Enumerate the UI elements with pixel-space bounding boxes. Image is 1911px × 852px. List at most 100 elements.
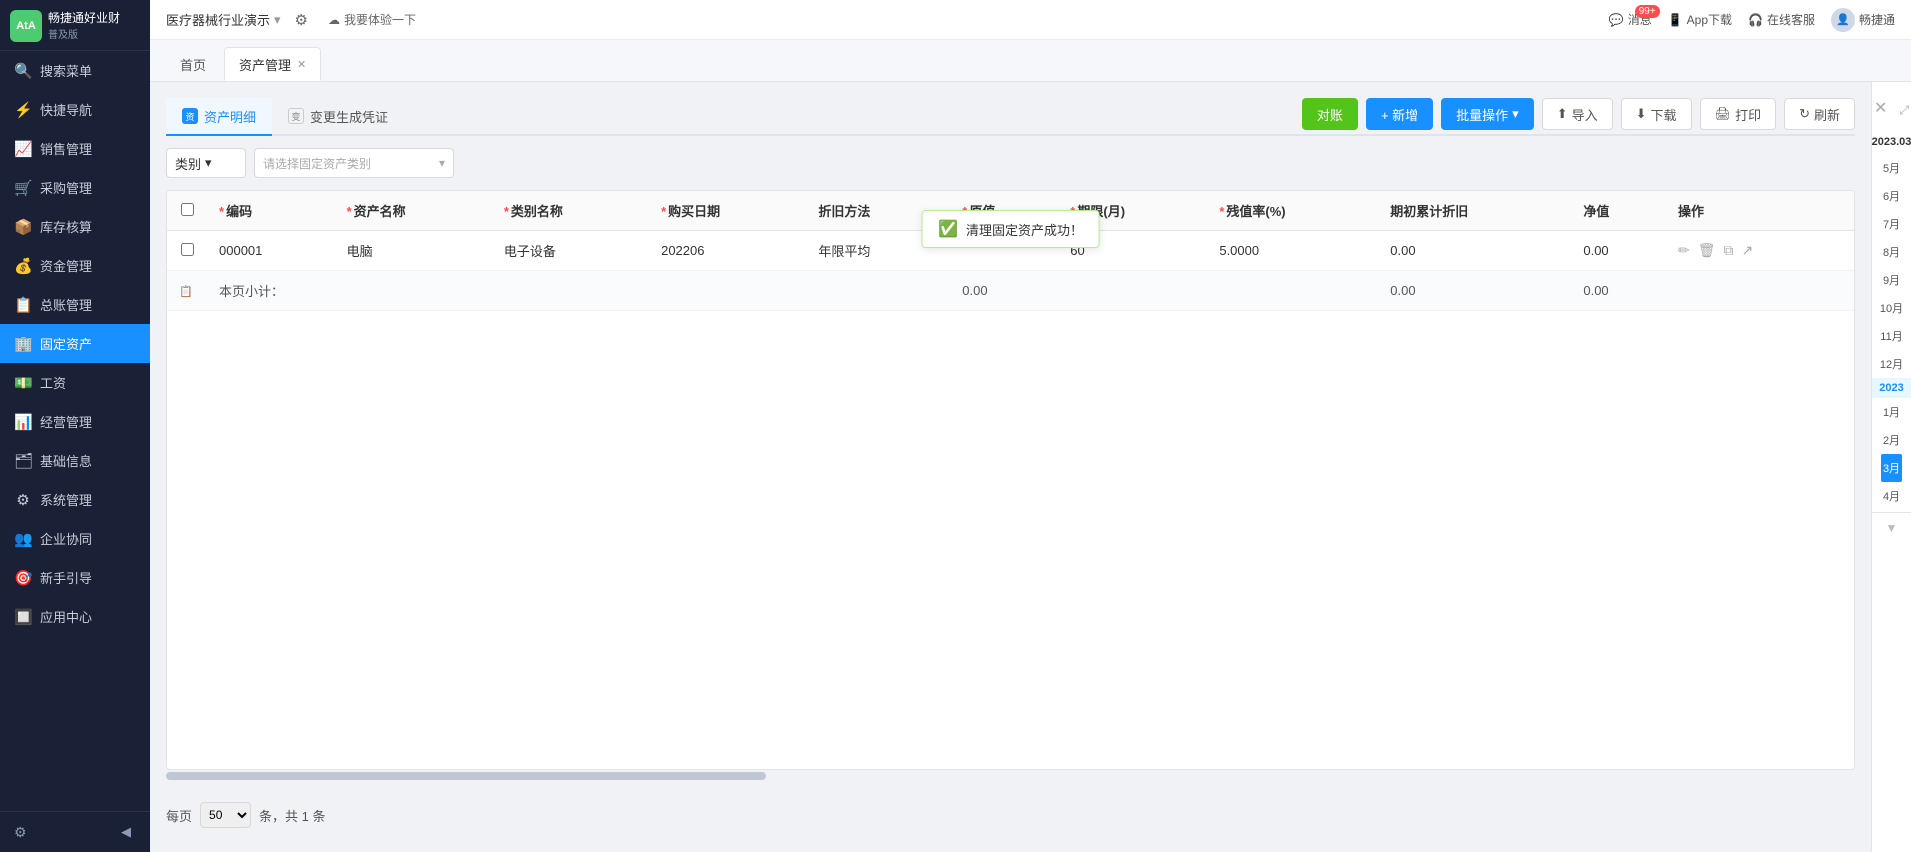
download-button[interactable]: ⬇ 下载 bbox=[1621, 98, 1692, 130]
tabbar: 首页 资产管理 ✕ bbox=[150, 40, 1911, 82]
select-all-header bbox=[167, 191, 207, 231]
topbar-settings-icon[interactable]: ⚙ bbox=[295, 11, 308, 29]
sidebar-label-1: 快捷导航 bbox=[40, 100, 92, 119]
sidebar-item-搜索菜单[interactable]: 🔍搜索菜单 bbox=[0, 51, 150, 90]
col-name: *资产名称 bbox=[335, 191, 492, 231]
sidebar-item-基础信息[interactable]: 🗂基础信息 bbox=[0, 441, 150, 480]
sidebar-item-新手引导[interactable]: 🎯新手引导 bbox=[0, 558, 150, 597]
import-icon: ⬆ bbox=[1557, 106, 1568, 122]
user-name: 畅捷通 bbox=[1859, 11, 1895, 28]
sidebar-item-企业协同[interactable]: 👥企业协同 bbox=[0, 519, 150, 558]
right-panel-down-arrow[interactable]: ▼ bbox=[1880, 515, 1904, 541]
message-button[interactable]: 💬 消息 99+ bbox=[1609, 11, 1652, 28]
chevron-down-icon: ▾ bbox=[274, 12, 281, 28]
batch-button[interactable]: 批量操作 ▾ bbox=[1441, 98, 1534, 130]
sidebar-item-系统管理[interactable]: ⚙系统管理 bbox=[0, 480, 150, 519]
rp-month-2月[interactable]: 2月 bbox=[1881, 426, 1902, 454]
company-selector[interactable]: 医疗器械行业演示 ▾ bbox=[166, 10, 281, 29]
sidebar-label-5: 资金管理 bbox=[40, 256, 92, 275]
row-checkbox-cell bbox=[167, 231, 207, 271]
row-category-0: 电子设备 bbox=[492, 231, 649, 271]
delete-icon-0[interactable]: 🗑 bbox=[1698, 242, 1716, 259]
right-panel-close-icon[interactable]: ✕ bbox=[1871, 94, 1891, 122]
category-chevron-icon: ▾ bbox=[205, 155, 212, 171]
col-code: *编码 bbox=[207, 191, 335, 231]
topbar-right: 💬 消息 99+ 📱 App下载 🎧 在线客服 👤 畅捷通 bbox=[1609, 8, 1895, 32]
category-type-select[interactable]: 类别 ▾ bbox=[166, 148, 246, 178]
online-service-button[interactable]: 🎧 在线客服 bbox=[1748, 11, 1815, 28]
rp-month-3月[interactable]: 3月 bbox=[1881, 454, 1902, 482]
new-label: + 新增 bbox=[1381, 105, 1418, 124]
change-voucher-icon: 变 bbox=[288, 108, 304, 124]
sidebar-item-库存核算[interactable]: 📦库存核算 bbox=[0, 207, 150, 246]
subtotal-original: 0.00 bbox=[950, 271, 1058, 311]
reconcile-button[interactable]: 对账 bbox=[1302, 98, 1358, 130]
rp-month-5月[interactable]: 5月 bbox=[1878, 154, 1905, 182]
rp-month-6月[interactable]: 6月 bbox=[1878, 182, 1905, 210]
sidebar-icon-8: 💵 bbox=[14, 374, 32, 392]
rp-month-7月[interactable]: 7月 bbox=[1878, 210, 1905, 238]
sidebar-item-工资[interactable]: 💵工资 bbox=[0, 363, 150, 402]
success-toast: ✅ 清理固定资产成功！ bbox=[921, 210, 1100, 248]
sidebar-icon-5: 💰 bbox=[14, 257, 32, 275]
close-tab-icon[interactable]: ✕ bbox=[297, 58, 306, 71]
collapse-button[interactable]: ◀ bbox=[116, 822, 136, 842]
col-net-value: 净值 bbox=[1571, 191, 1666, 231]
rp-month-1月[interactable]: 1月 bbox=[1881, 398, 1902, 426]
experience-button[interactable]: ☁ 我要体验一下 bbox=[328, 11, 416, 28]
app-download-button[interactable]: 📱 App下载 bbox=[1668, 11, 1732, 28]
rp-month-10月[interactable]: 10月 bbox=[1878, 294, 1905, 322]
sidebar-item-销售管理[interactable]: 📈销售管理 bbox=[0, 129, 150, 168]
refresh-button[interactable]: ↻ 刷新 bbox=[1784, 98, 1855, 130]
row-checkbox-0[interactable] bbox=[181, 243, 194, 256]
rp-month-9月[interactable]: 9月 bbox=[1878, 266, 1905, 294]
rp-month-12月[interactable]: 12月 bbox=[1878, 350, 1905, 378]
logo-text-group: 畅捷通好业财 普及版 bbox=[48, 11, 120, 42]
sidebar-label-10: 基础信息 bbox=[40, 451, 92, 470]
sidebar-item-资金管理[interactable]: 💰 资金管理 bbox=[0, 246, 150, 285]
tab-home[interactable]: 首页 bbox=[166, 47, 220, 81]
print-label: 打印 bbox=[1735, 105, 1761, 124]
per-page-select[interactable]: 50 100 200 bbox=[200, 802, 251, 828]
sub-tab-change-voucher[interactable]: 变 变更生成凭证 bbox=[272, 98, 404, 136]
user-profile[interactable]: 👤 畅捷通 bbox=[1831, 8, 1895, 32]
sidebar-item-固定资产[interactable]: 🏢固定资产 bbox=[0, 324, 150, 363]
category-value-select[interactable]: 请选择固定资产类别 ▾ bbox=[254, 148, 454, 178]
sidebar-item-经营管理[interactable]: 📊经营管理 bbox=[0, 402, 150, 441]
category-type-label: 类别 bbox=[175, 154, 201, 173]
sidebar-item-应用中心[interactable]: 🔲应用中心 bbox=[0, 597, 150, 636]
sidebar-icon-6: 📋 bbox=[14, 296, 32, 314]
tab-asset-management[interactable]: 资产管理 ✕ bbox=[224, 47, 321, 81]
sidebar-item-采购管理[interactable]: 🛒采购管理 bbox=[0, 168, 150, 207]
more-icon-0[interactable]: ↗ bbox=[1742, 242, 1754, 259]
company-name: 医疗器械行业演示 bbox=[166, 10, 270, 29]
logo-title: 畅捷通好业财 bbox=[48, 11, 120, 27]
rp-month-4月[interactable]: 4月 bbox=[1881, 482, 1902, 510]
row-net-0: 0.00 bbox=[1571, 231, 1666, 271]
right-panel-months-before: 5月6月7月8月9月10月11月12月 bbox=[1878, 154, 1905, 378]
import-button[interactable]: ⬆ 导入 bbox=[1542, 98, 1613, 130]
horizontal-scrollbar[interactable] bbox=[166, 770, 1855, 782]
select-all-checkbox[interactable] bbox=[181, 203, 194, 216]
rp-month-8月[interactable]: 8月 bbox=[1878, 238, 1905, 266]
sub-tab-asset-detail[interactable]: 资 资产明细 bbox=[166, 98, 272, 136]
subtotal-check: 📋 bbox=[167, 271, 207, 311]
sidebar-icon-0: 🔍 bbox=[14, 62, 32, 80]
col-category: *类别名称 bbox=[492, 191, 649, 231]
new-button[interactable]: + 新增 bbox=[1366, 98, 1433, 130]
sidebar-icon-2: 📈 bbox=[14, 140, 32, 158]
right-panel-expand-icon[interactable]: ⤢ bbox=[1895, 99, 1911, 122]
settings-icon[interactable]: ⚙ bbox=[14, 824, 27, 841]
sidebar-item-总账管理[interactable]: 📋总账管理 bbox=[0, 285, 150, 324]
experience-label: 我要体验一下 bbox=[344, 11, 416, 28]
col-purchase-date: *购买日期 bbox=[649, 191, 806, 231]
rp-month-11月[interactable]: 11月 bbox=[1878, 322, 1905, 350]
copy-icon-0[interactable]: ⧉ bbox=[1724, 242, 1734, 259]
edit-icon-0[interactable]: ✏ bbox=[1678, 242, 1690, 259]
reconcile-label: 对账 bbox=[1317, 105, 1343, 124]
app-download-label: App下载 bbox=[1687, 11, 1732, 28]
print-button[interactable]: 🖨 打印 bbox=[1700, 98, 1777, 130]
category-placeholder: 请选择固定资产类别 bbox=[263, 155, 371, 172]
row-residual-0: 5.0000 bbox=[1207, 231, 1378, 271]
sidebar-item-快捷导航[interactable]: ⚡快捷导航 bbox=[0, 90, 150, 129]
